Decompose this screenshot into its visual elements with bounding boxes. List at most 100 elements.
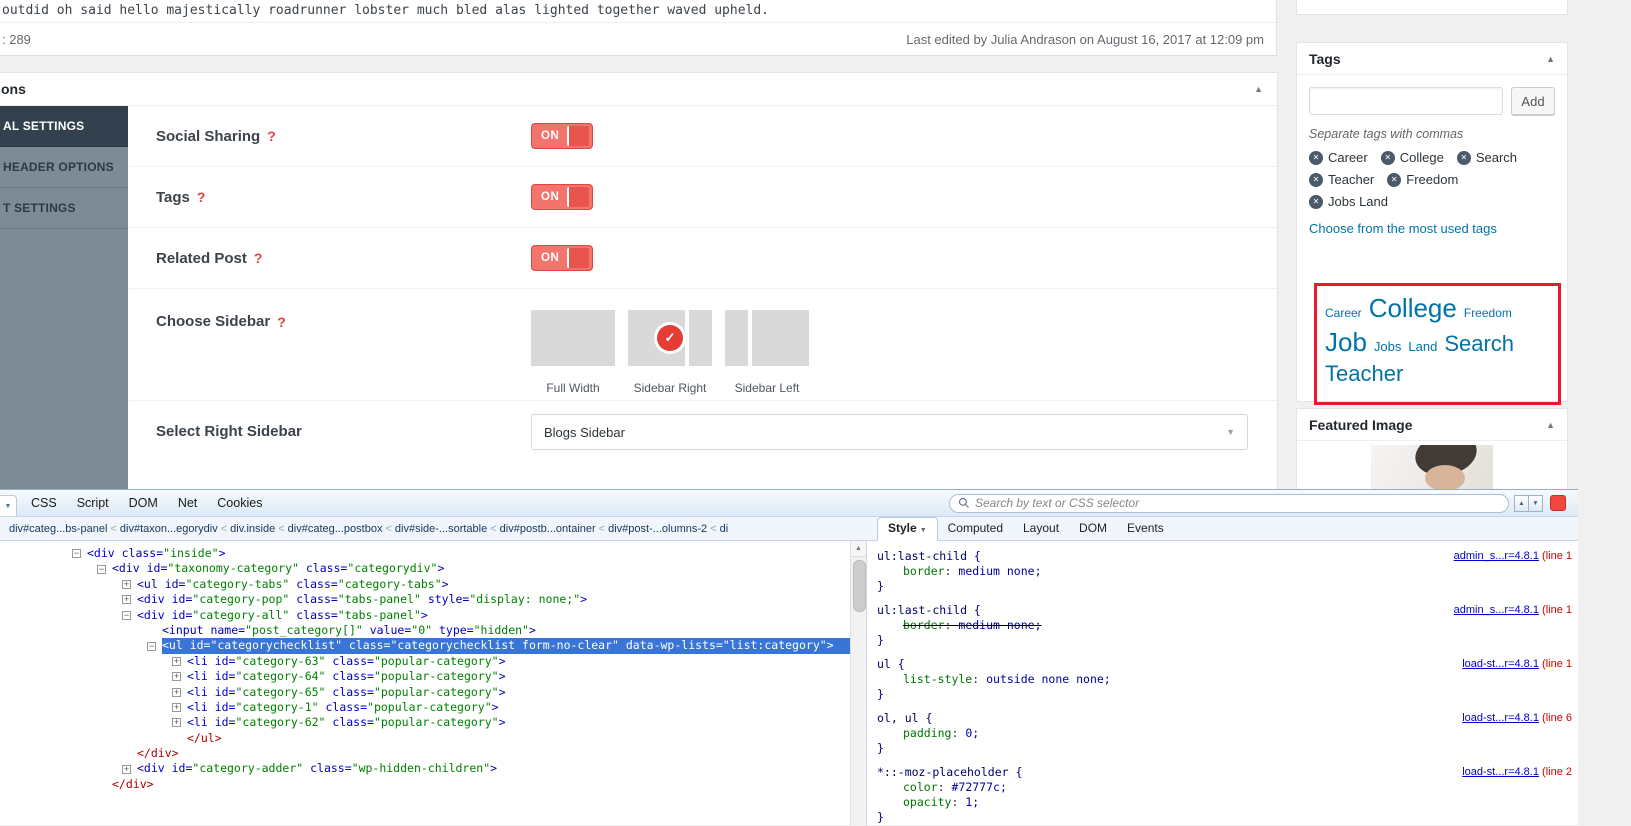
tag-cloud-item[interactable]: Freedom [1464,306,1512,322]
css-selector[interactable]: *::-moz-placeholder { [877,765,1022,780]
help-icon[interactable]: ? [197,189,206,205]
expander-icon[interactable]: + [172,718,181,728]
expander-icon[interactable]: + [172,672,181,682]
css-property[interactable]: padding: 0; [877,726,1572,741]
sidebar-option-right[interactable]: ✓ Sidebar Right [628,310,712,395]
active-panel-tab-partial[interactable]: ▼ [0,495,17,516]
breadcrumb-item[interactable]: div#categ...postbox [288,523,383,535]
dom-tree-node[interactable]: + <li id="category-63" class="popular-cat… [0,654,850,669]
tag-cloud-item[interactable]: Teacher [1325,360,1403,389]
style-tab-style[interactable]: Style ▼ [877,517,938,541]
help-icon[interactable]: ? [267,128,276,144]
breadcrumb-item[interactable]: div#taxon...egorydiv [120,523,218,535]
tag-cloud-item[interactable]: Job [1325,326,1367,360]
css-property[interactable]: border: medium none; [877,564,1572,579]
devtools-tab-css[interactable]: CSS [21,491,67,515]
expander-icon[interactable]: + [122,595,131,605]
dom-tree-node[interactable]: + <li id="category-64" class="popular-cat… [0,669,850,684]
css-source-link[interactable]: load-st...r=4.8.1 (line 6 [1462,711,1572,726]
devtools-tab-dom[interactable]: DOM [119,491,168,515]
expander-icon[interactable]: − [147,641,156,651]
css-source-link[interactable]: admin_s...r=4.8.1 (line 1 [1454,549,1572,564]
dom-tree-node[interactable]: + <li id="category-65" class="popular-cat… [0,685,850,700]
collapse-tags-icon[interactable]: ▲ [1546,54,1555,64]
scrollbar-thumb[interactable] [853,560,866,612]
related-post-toggle[interactable]: ON [531,245,593,271]
dom-tree-node[interactable]: − <div id="taxonomy-category" class="cate… [0,561,850,576]
options-tab-t-settings[interactable]: T SETTINGS [0,188,128,229]
css-source-link[interactable]: load-st...r=4.8.1 (line 1 [1462,657,1572,672]
collapse-options-icon[interactable]: ▲ [1254,84,1263,94]
style-tab-dom[interactable]: DOM [1069,518,1117,540]
devtools-tab-script[interactable]: Script [67,491,119,515]
devtools-tab-cookies[interactable]: Cookies [207,491,272,515]
breadcrumb-item[interactable]: div.inside [230,523,275,535]
dom-tree-node[interactable]: − <div id="category-all" class="tabs-pane… [0,608,850,623]
css-property[interactable]: opacity: 1; [877,795,1572,810]
tag-cloud-item[interactable]: Search [1444,330,1514,359]
expander-icon[interactable]: − [72,549,81,559]
dom-tree-node[interactable]: </ul> [0,731,850,746]
sidebar-option-full[interactable]: Full Width [531,310,615,395]
collapse-featured-image-icon[interactable]: ▲ [1546,420,1555,430]
sidebar-option-left[interactable]: Sidebar Left [725,310,809,395]
tag-cloud-item[interactable]: College [1369,292,1457,326]
style-tab-events[interactable]: Events [1117,518,1174,540]
remove-tag-icon[interactable]: ✕ [1380,150,1395,165]
remove-tag-icon[interactable]: ✕ [1309,194,1323,209]
dom-tree-node[interactable]: + <li id="category-1" class="popular-cate… [0,700,850,715]
help-icon[interactable]: ? [254,250,263,266]
tags-toggle[interactable]: ON [531,184,593,210]
remove-tag-icon[interactable]: ✕ [1309,150,1323,165]
options-tab-header-options[interactable]: HEADER OPTIONS [0,147,128,188]
featured-image-thumbnail[interactable] [1371,445,1493,489]
close-devtools-button[interactable] [1550,495,1566,511]
dom-tree-node[interactable]: <input name="post_category[]" value="0" … [0,623,850,638]
style-tab-layout[interactable]: Layout [1013,518,1069,540]
breadcrumb-item[interactable]: di [720,523,729,535]
css-selector[interactable]: ul { [877,657,905,672]
breadcrumb-item[interactable]: div#postb...ontainer [500,523,596,535]
add-tag-button[interactable]: Add [1511,87,1555,115]
css-selector[interactable]: ol, ul { [877,711,932,726]
devtools-search-input[interactable] [975,496,1500,510]
tags-panel-header[interactable]: Tags ▲ [1297,43,1567,75]
search-prev-button[interactable]: ▲ [1514,494,1529,512]
css-property[interactable]: color: #72777c; [877,780,1572,795]
css-selector[interactable]: ul:last-child { [877,603,981,618]
breadcrumb-item[interactable]: div#side-...sortable [395,523,487,535]
dom-tree-node[interactable]: − <ul id="categorychecklist" class="categ… [0,638,850,654]
remove-tag-icon[interactable]: ✕ [1309,172,1323,187]
expander-icon[interactable]: + [172,687,181,697]
most-used-tags-link[interactable]: Choose from the most used tags [1309,221,1555,236]
css-property[interactable]: list-style: outside none none; [877,672,1572,687]
tag-cloud-item[interactable]: Land [1408,339,1437,356]
css-source-link[interactable]: load-st...r=4.8.1 (line 2 [1462,765,1572,780]
css-property[interactable]: border: medium none; [877,618,1572,633]
devtools-tab-net[interactable]: Net [168,491,207,515]
tag-cloud-item[interactable]: Jobs [1374,339,1401,356]
remove-tag-icon[interactable]: ✕ [1387,172,1402,187]
css-source-link[interactable]: admin_s...r=4.8.1 (line 1 [1454,603,1572,618]
css-selector[interactable]: ul:last-child { [877,549,981,564]
dom-tree-node[interactable]: + <li id="category-62" class="popular-cat… [0,715,850,730]
expander-icon[interactable]: + [122,579,131,589]
scroll-up-arrow[interactable]: ▲ [851,541,866,557]
new-tag-input[interactable] [1309,87,1503,115]
dom-tree-node[interactable]: </div> [0,746,850,761]
expander-icon[interactable]: − [122,610,131,620]
featured-image-header[interactable]: Featured Image ▲ [1297,409,1567,441]
help-icon[interactable]: ? [277,314,286,330]
dom-tree-node[interactable]: + <ul id="category-tabs" class="category-… [0,577,850,592]
style-tab-computed[interactable]: Computed [938,518,1013,540]
expander-icon[interactable]: + [172,656,181,666]
dom-tree-node[interactable]: </div> [0,777,850,792]
remove-tag-icon[interactable]: ✕ [1456,150,1471,165]
options-tab-al-settings[interactable]: AL SETTINGS [0,106,128,147]
social-sharing-toggle[interactable]: ON [531,123,593,149]
dom-tree-node[interactable]: + <div id="category-adder" class="wp-hidd… [0,761,850,776]
breadcrumb-item[interactable]: div#categ...bs-panel [9,523,107,535]
tree-scrollbar[interactable]: ▲ [850,541,867,826]
tag-cloud-item[interactable]: Career [1325,306,1362,322]
search-next-button[interactable]: ▼ [1528,494,1543,512]
